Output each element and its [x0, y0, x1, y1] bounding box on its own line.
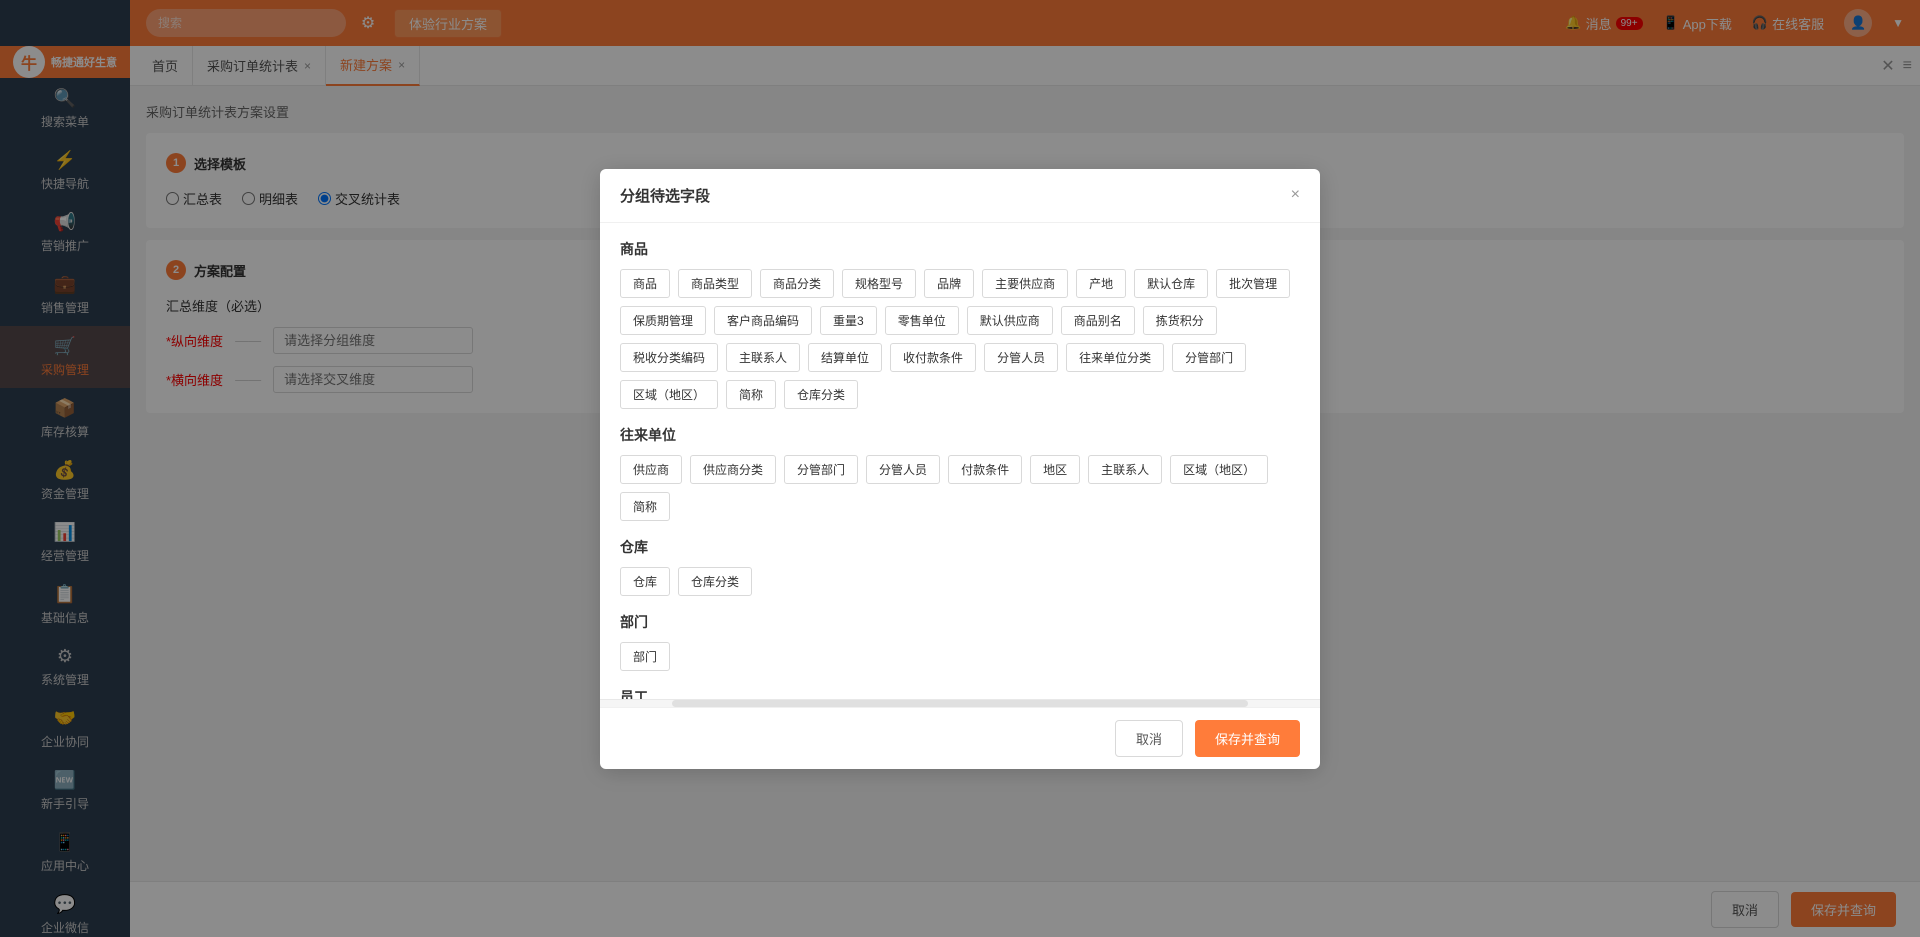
field-tag[interactable]: 供应商 — [620, 455, 682, 484]
field-tag[interactable]: 主联系人 — [726, 343, 800, 372]
field-tag[interactable]: 商品别名 — [1061, 306, 1135, 335]
field-group-title: 员工 — [620, 687, 1300, 699]
field-tags: 部门 — [620, 642, 1300, 671]
field-tag[interactable]: 保质期管理 — [620, 306, 706, 335]
field-tag[interactable]: 结算单位 — [808, 343, 882, 372]
modal-scroll-track — [672, 700, 1248, 707]
modal-title: 分组待选字段 — [620, 185, 710, 206]
field-tag[interactable]: 分管部门 — [1172, 343, 1246, 372]
field-tag[interactable]: 简称 — [620, 492, 670, 521]
field-tag[interactable]: 地区 — [1030, 455, 1080, 484]
field-tag[interactable]: 供应商分类 — [690, 455, 776, 484]
field-tags: 商品商品类型商品分类规格型号品牌主要供应商产地默认仓库批次管理保质期管理客户商品… — [620, 269, 1300, 409]
modal: 分组待选字段 × 商品商品商品类型商品分类规格型号品牌主要供应商产地默认仓库批次… — [600, 169, 1320, 769]
field-tag[interactable]: 简称 — [726, 380, 776, 409]
field-tag[interactable]: 部门 — [620, 642, 670, 671]
field-tags: 仓库仓库分类 — [620, 567, 1300, 596]
modal-footer: 取消 保存并查询 — [600, 707, 1320, 769]
field-tag[interactable]: 零售单位 — [885, 306, 959, 335]
field-tag[interactable]: 收付款条件 — [890, 343, 976, 372]
modal-overlay: 分组待选字段 × 商品商品商品类型商品分类规格型号品牌主要供应商产地默认仓库批次… — [0, 0, 1920, 937]
field-tag[interactable]: 品牌 — [924, 269, 974, 298]
field-tag[interactable]: 重量3 — [820, 306, 877, 335]
modal-cancel-button[interactable]: 取消 — [1115, 720, 1183, 757]
field-tag[interactable]: 区域（地区） — [1170, 455, 1268, 484]
field-tag[interactable]: 默认仓库 — [1134, 269, 1208, 298]
field-tag[interactable]: 批次管理 — [1216, 269, 1290, 298]
modal-body: 商品商品商品类型商品分类规格型号品牌主要供应商产地默认仓库批次管理保质期管理客户… — [600, 223, 1320, 699]
field-tag[interactable]: 默认供应商 — [967, 306, 1053, 335]
field-tag[interactable]: 产地 — [1076, 269, 1126, 298]
field-tags: 供应商供应商分类分管部门分管人员付款条件地区主联系人区域（地区） 简称 — [620, 455, 1300, 521]
field-tag[interactable]: 拣货积分 — [1143, 306, 1217, 335]
field-group-title: 商品 — [620, 239, 1300, 259]
field-tag[interactable]: 仓库分类 — [678, 567, 752, 596]
field-tag[interactable]: 区域（地区） — [620, 380, 718, 409]
modal-close-icon[interactable]: × — [1291, 186, 1300, 204]
field-tag[interactable]: 商品分类 — [760, 269, 834, 298]
field-tag[interactable]: 客户商品编码 — [714, 306, 812, 335]
field-tag[interactable]: 仓库分类 — [784, 380, 858, 409]
field-tag[interactable]: 往来单位分类 — [1066, 343, 1164, 372]
field-tag[interactable]: 付款条件 — [948, 455, 1022, 484]
modal-scroll-bar — [600, 699, 1320, 707]
field-tag[interactable]: 分管人员 — [984, 343, 1058, 372]
field-tag[interactable]: 商品类型 — [678, 269, 752, 298]
modal-header: 分组待选字段 × — [600, 169, 1320, 223]
field-group-title: 仓库 — [620, 537, 1300, 557]
field-tag[interactable]: 仓库 — [620, 567, 670, 596]
field-tag[interactable]: 主联系人 — [1088, 455, 1162, 484]
field-tag[interactable]: 分管人员 — [866, 455, 940, 484]
field-tag[interactable]: 主要供应商 — [982, 269, 1068, 298]
modal-confirm-button[interactable]: 保存并查询 — [1195, 720, 1300, 757]
field-tag[interactable]: 分管部门 — [784, 455, 858, 484]
field-tag[interactable]: 规格型号 — [842, 269, 916, 298]
field-tag[interactable]: 税收分类编码 — [620, 343, 718, 372]
field-group-title: 部门 — [620, 612, 1300, 632]
field-tag[interactable]: 商品 — [620, 269, 670, 298]
field-group-title: 往来单位 — [620, 425, 1300, 445]
